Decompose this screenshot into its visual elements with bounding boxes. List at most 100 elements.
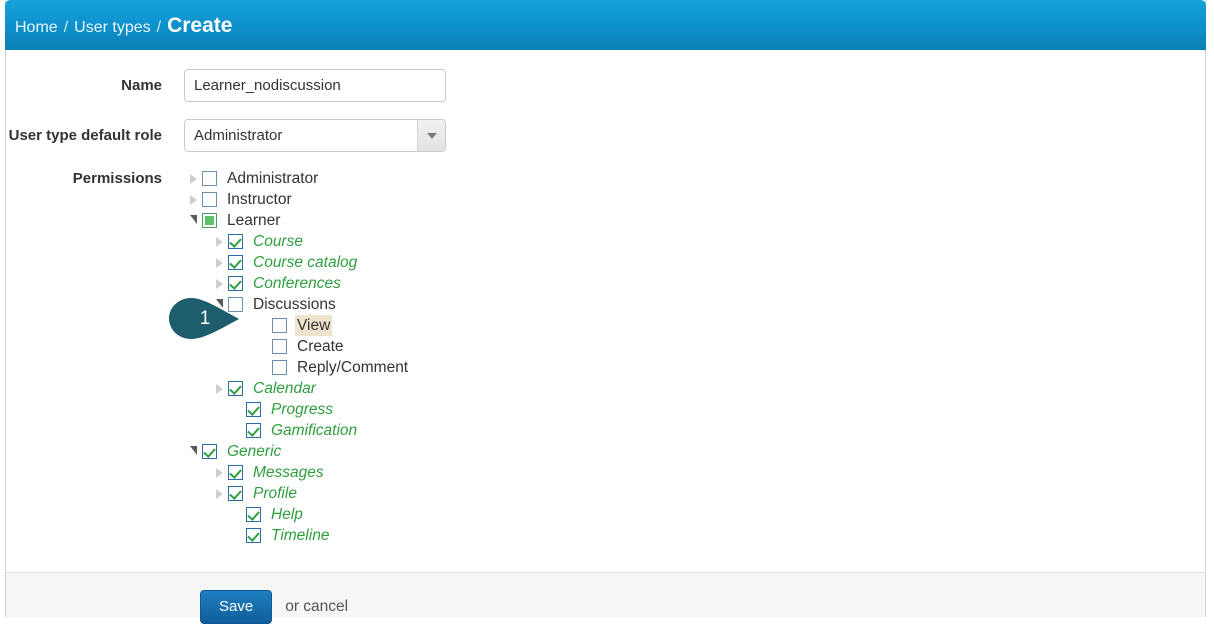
default-role-select[interactable]: Administrator bbox=[184, 119, 446, 152]
permission-checkbox[interactable] bbox=[202, 213, 217, 228]
tree-node[interactable]: Course bbox=[184, 231, 410, 252]
permission-checkbox[interactable] bbox=[202, 192, 217, 207]
tree-arrow-spacer bbox=[254, 336, 272, 357]
permission-checkbox[interactable] bbox=[228, 486, 243, 501]
permission-checkbox[interactable] bbox=[246, 402, 261, 417]
tree-node-label[interactable]: Discussions bbox=[251, 294, 338, 315]
tree-arrow-spacer bbox=[228, 420, 246, 441]
chevron-right-glyph bbox=[189, 194, 197, 205]
tree-node[interactable]: Learner bbox=[184, 210, 410, 231]
tree-node[interactable]: Gamification bbox=[184, 420, 410, 441]
permission-checkbox[interactable] bbox=[228, 276, 243, 291]
tree-node-label[interactable]: Help bbox=[269, 504, 305, 525]
tree-node-label[interactable]: Profile bbox=[251, 483, 299, 504]
field-row-default-role: User type default role Administrator bbox=[6, 119, 446, 152]
chevron-right-icon[interactable] bbox=[210, 483, 228, 504]
tree-node-label[interactable]: Course catalog bbox=[251, 252, 359, 273]
chevron-down-glyph bbox=[189, 446, 197, 455]
breadcrumb: Home / User types / Create bbox=[15, 15, 232, 36]
tree-node[interactable]: Profile bbox=[184, 483, 410, 504]
tree-node[interactable]: Calendar bbox=[184, 378, 410, 399]
chevron-down-glyph bbox=[189, 215, 197, 224]
name-label: Name bbox=[121, 77, 162, 94]
chevron-down-icon[interactable] bbox=[184, 210, 202, 231]
permissions-label: Permissions bbox=[72, 170, 162, 187]
chevron-right-glyph bbox=[215, 488, 223, 499]
tree-node-label[interactable]: Calendar bbox=[251, 378, 318, 399]
chevron-right-icon[interactable] bbox=[210, 378, 228, 399]
tree-node-label[interactable]: Learner bbox=[225, 210, 282, 231]
chevron-down-icon[interactable] bbox=[184, 441, 202, 462]
tree-node[interactable]: Conferences bbox=[184, 273, 410, 294]
tree-arrow-spacer bbox=[228, 525, 246, 546]
save-button[interactable]: Save bbox=[200, 590, 273, 624]
form-footer: Save or cancel bbox=[6, 572, 1205, 624]
permissions-tree: Administrator Instructor Learner Course Cour… bbox=[184, 168, 410, 546]
chevron-right-glyph bbox=[215, 257, 223, 268]
breadcrumb-item-user-types[interactable]: User types bbox=[74, 19, 150, 36]
tree-node[interactable]: Timeline bbox=[184, 525, 410, 546]
cancel-link[interactable]: or cancel bbox=[285, 598, 348, 616]
permission-checkbox[interactable] bbox=[228, 381, 243, 396]
tree-arrow-spacer bbox=[228, 399, 246, 420]
chevron-right-glyph bbox=[189, 173, 197, 184]
tree-node-label[interactable]: Gamification bbox=[269, 420, 359, 441]
chevron-down-icon bbox=[426, 132, 437, 139]
page-header: Home / User types / Create bbox=[5, 0, 1206, 50]
permission-checkbox[interactable] bbox=[246, 528, 261, 543]
permission-checkbox[interactable] bbox=[228, 465, 243, 480]
page-root: Home / User types / Create Name User typ… bbox=[0, 0, 1214, 624]
name-input[interactable] bbox=[184, 69, 446, 102]
chevron-right-icon[interactable] bbox=[210, 252, 228, 273]
tree-node[interactable]: Course catalog bbox=[184, 252, 410, 273]
breadcrumb-item-home[interactable]: Home bbox=[15, 19, 58, 36]
tree-node-label[interactable]: Reply/Comment bbox=[295, 357, 410, 378]
tree-node[interactable]: Create bbox=[184, 336, 410, 357]
tree-node[interactable]: Reply/Comment bbox=[184, 357, 410, 378]
tree-node-label[interactable]: Timeline bbox=[269, 525, 331, 546]
chevron-right-icon[interactable] bbox=[184, 168, 202, 189]
tree-node-label[interactable]: Conferences bbox=[251, 273, 343, 294]
tree-node[interactable]: Administrator bbox=[184, 168, 410, 189]
tree-node[interactable]: Instructor bbox=[184, 189, 410, 210]
tree-node[interactable]: Messages bbox=[184, 462, 410, 483]
tree-node-label[interactable]: Messages bbox=[251, 462, 326, 483]
permission-checkbox[interactable] bbox=[272, 360, 287, 375]
permission-checkbox[interactable] bbox=[246, 507, 261, 522]
chevron-right-icon[interactable] bbox=[210, 273, 228, 294]
tree-node[interactable]: Discussions bbox=[184, 294, 410, 315]
tree-node-label[interactable]: View bbox=[295, 315, 333, 336]
chevron-right-glyph bbox=[215, 236, 223, 247]
chevron-right-icon[interactable] bbox=[184, 189, 202, 210]
default-role-dropdown-button[interactable] bbox=[417, 120, 445, 151]
field-row-name: Name bbox=[6, 69, 446, 102]
permission-checkbox[interactable] bbox=[272, 318, 287, 333]
tree-node[interactable]: Help bbox=[184, 504, 410, 525]
footer-actions: Save or cancel bbox=[200, 590, 348, 624]
permission-checkbox[interactable] bbox=[272, 339, 287, 354]
permission-checkbox[interactable] bbox=[228, 297, 243, 312]
form-body: Name User type default role Administrato… bbox=[6, 50, 1205, 572]
permission-checkbox[interactable] bbox=[228, 255, 243, 270]
tree-node[interactable]: Generic bbox=[184, 441, 410, 462]
chevron-right-icon[interactable] bbox=[210, 462, 228, 483]
permission-checkbox[interactable] bbox=[246, 423, 261, 438]
tree-node-label[interactable]: Progress bbox=[269, 399, 335, 420]
permission-checkbox[interactable] bbox=[228, 234, 243, 249]
tree-node-label[interactable]: Administrator bbox=[225, 168, 320, 189]
tree-node-label[interactable]: Course bbox=[251, 231, 305, 252]
permission-checkbox[interactable] bbox=[202, 171, 217, 186]
tree-node[interactable]: View bbox=[184, 315, 410, 336]
permission-checkbox[interactable] bbox=[202, 444, 217, 459]
chevron-right-glyph bbox=[215, 383, 223, 394]
tree-node-label[interactable]: Instructor bbox=[225, 189, 294, 210]
tree-arrow-spacer bbox=[228, 504, 246, 525]
chevron-down-icon[interactable] bbox=[210, 294, 228, 315]
chevron-right-icon[interactable] bbox=[210, 231, 228, 252]
tree-node-label[interactable]: Create bbox=[295, 336, 346, 357]
tree-arrow-spacer bbox=[254, 315, 272, 336]
tree-arrow-spacer bbox=[254, 357, 272, 378]
chevron-right-glyph bbox=[215, 278, 223, 289]
tree-node-label[interactable]: Generic bbox=[225, 441, 283, 462]
tree-node[interactable]: Progress bbox=[184, 399, 410, 420]
